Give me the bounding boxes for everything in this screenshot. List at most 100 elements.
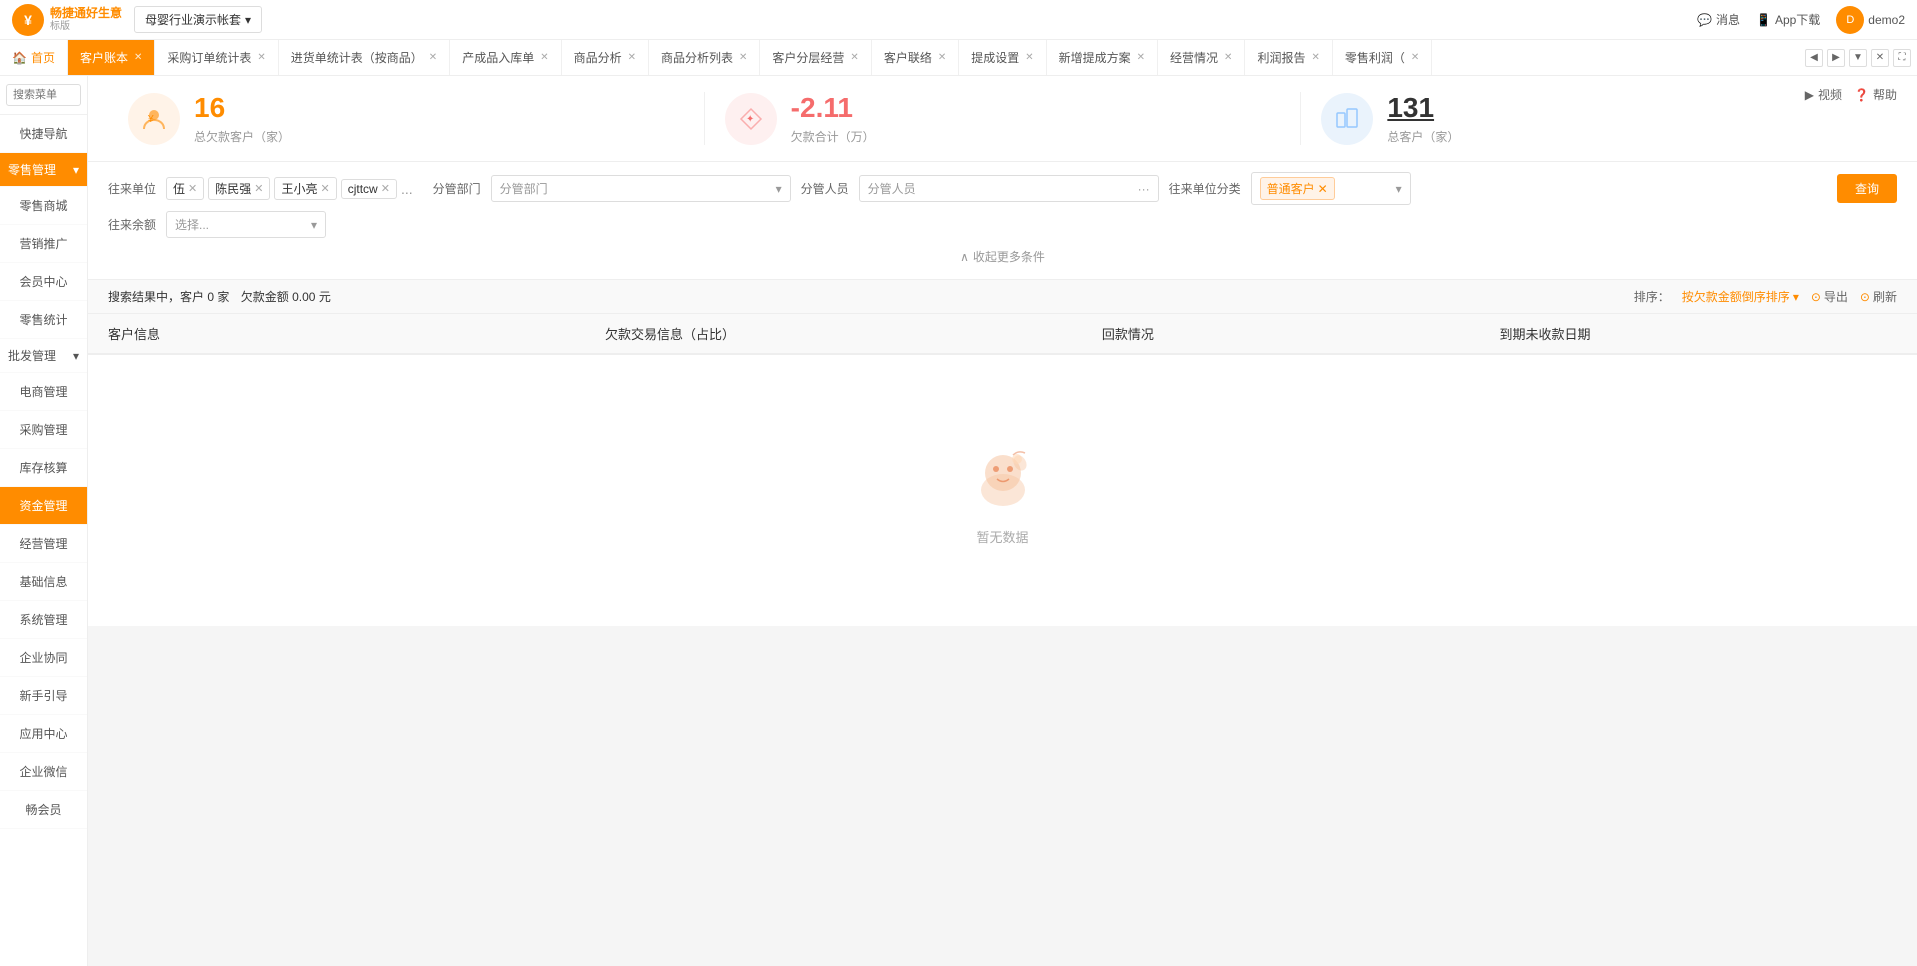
tab-retail-profit[interactable]: 零售利润（ ✕: [1333, 40, 1432, 76]
tab-promotion-settings-close[interactable]: ✕: [1025, 52, 1033, 63]
content-area: ▶ 视频 ❓ 帮助 ¥ 16 总欠款客户（: [88, 76, 1917, 966]
filter-tag-wu[interactable]: 伍 ✕: [166, 177, 204, 200]
sidebar-item-purchase-label: 采购管理: [19, 423, 67, 437]
results-debt-amount: 0.00: [292, 290, 315, 304]
tab-profit-report-close[interactable]: ✕: [1311, 52, 1319, 63]
stat-info-total: 131 总客户（家）: [1387, 92, 1459, 145]
sidebar-item-enterprise-collab[interactable]: 企业协同: [0, 639, 87, 677]
filter-tag-cjttcw-close[interactable]: ✕: [381, 182, 390, 195]
collapse-button[interactable]: ∧ 收起更多条件: [956, 244, 1049, 269]
tab-home[interactable]: 🏠 首页: [0, 40, 68, 76]
stat-icon-debt: ✦: [725, 93, 777, 145]
sort-select[interactable]: 按欠款金额倒序排序 ▾: [1682, 288, 1799, 305]
customer-type-close[interactable]: ✕: [1318, 182, 1328, 196]
nav-expand-btn[interactable]: ▼: [1849, 49, 1867, 67]
sidebar-item-operations-label: 经营管理: [19, 537, 67, 551]
tab-customer-contact-label: 客户联络: [884, 49, 932, 66]
tab-inventory-stats[interactable]: 进货单统计表（按商品） ✕: [279, 40, 450, 76]
sidebar-item-purchase[interactable]: 采购管理: [0, 411, 87, 449]
nav-prev-btn[interactable]: ◀: [1805, 49, 1823, 67]
sidebar-item-quick-nav[interactable]: 快捷导航: [0, 115, 87, 153]
filter-manager-select[interactable]: 分管人员 ···: [859, 175, 1159, 202]
sidebar-item-retail-mgmt-label: 零售管理: [8, 161, 56, 178]
sidebar-item-app-center[interactable]: 应用中心: [0, 715, 87, 753]
tab-customer-layer[interactable]: 客户分层经营 ✕: [760, 40, 871, 76]
sidebar-item-basic-info[interactable]: 基础信息: [0, 563, 87, 601]
tab-production-close[interactable]: ✕: [540, 52, 548, 63]
results-prefix: 搜索结果中，客户: [108, 290, 204, 304]
sidebar-item-ecommerce[interactable]: 电商管理: [0, 373, 87, 411]
user-area[interactable]: D demo2: [1836, 6, 1905, 34]
expand-icon-batch: ▾: [73, 349, 79, 363]
tab-accounts-close[interactable]: ✕: [134, 52, 142, 63]
video-btn[interactable]: ▶ 视频: [1805, 86, 1842, 103]
filter-unit-type-select[interactable]: 普通客户 ✕ ▾: [1251, 172, 1411, 205]
tab-inventory-stats-label: 进货单统计表（按商品）: [291, 49, 423, 66]
tab-purchase-order-label: 采购订单统计表: [167, 49, 251, 66]
tab-customer-layer-close[interactable]: ✕: [850, 52, 858, 63]
tab-new-plan[interactable]: 新增提成方案 ✕: [1047, 40, 1158, 76]
tab-promotion-settings[interactable]: 提成设置 ✕: [959, 40, 1046, 76]
sidebar-item-marketing[interactable]: 营销推广: [0, 225, 87, 263]
nav-close-all-btn[interactable]: ✕: [1871, 49, 1889, 67]
stat-debt-amount: ✦ -2.11 欠款合计（万）: [705, 92, 1302, 145]
sidebar-item-system-mgmt[interactable]: 系统管理: [0, 601, 87, 639]
nav-fullscreen-btn[interactable]: ⛶: [1893, 49, 1911, 67]
filter-tag-chen-close[interactable]: ✕: [254, 182, 263, 195]
stat-value-debt-amount: -2.11: [791, 92, 875, 124]
tab-retail-profit-close[interactable]: ✕: [1411, 52, 1419, 63]
sidebar-item-enterprise-wechat[interactable]: 企业微信: [0, 753, 87, 791]
tab-product-analysis-close[interactable]: ✕: [628, 52, 636, 63]
sidebar-item-members[interactable]: 会员中心: [0, 263, 87, 301]
tab-purchase-order-close[interactable]: ✕: [257, 52, 265, 63]
tab-operations[interactable]: 经营情况 ✕: [1158, 40, 1245, 76]
refresh-btn[interactable]: ⊙ 刷新: [1860, 288, 1897, 305]
sidebar-item-retail-stats[interactable]: 零售统计: [0, 301, 87, 339]
stat-label-total-customers: 总客户（家）: [1387, 128, 1459, 145]
store-selector[interactable]: 母婴行业演示帐套 ▾: [134, 6, 262, 33]
filter-tag-wu-close[interactable]: ✕: [188, 182, 197, 195]
filter-tag-wang[interactable]: 王小亮 ✕: [274, 177, 336, 200]
message-btn[interactable]: 💬 消息: [1697, 11, 1740, 28]
tab-operations-close[interactable]: ✕: [1224, 52, 1232, 63]
sidebar-item-retail-mall[interactable]: 零售商城: [0, 187, 87, 225]
tab-customer-contact[interactable]: 客户联络 ✕: [872, 40, 959, 76]
filter-more-btn[interactable]: ...: [401, 181, 413, 197]
query-button[interactable]: 查询: [1837, 174, 1897, 203]
filter-tag-cjttcw[interactable]: cjttcw ✕: [341, 179, 397, 199]
sidebar-item-batch-mgmt[interactable]: 批发管理 ▾: [0, 339, 87, 373]
tab-product-analysis[interactable]: 商品分析 ✕: [562, 40, 649, 76]
sidebar-item-operations-mgmt[interactable]: 经营管理: [0, 525, 87, 563]
help-btn[interactable]: ❓ 帮助: [1854, 86, 1897, 103]
sidebar-item-retail-mgmt[interactable]: 零售管理 ▾: [0, 153, 87, 187]
filter-manager-label: 分管人员: [801, 180, 849, 197]
tab-profit-report[interactable]: 利润报告 ✕: [1245, 40, 1332, 76]
sidebar-item-retail-stats-label: 零售统计: [19, 313, 67, 327]
nav-next-btn[interactable]: ▶: [1827, 49, 1845, 67]
sidebar-item-new-guide[interactable]: 新手引导: [0, 677, 87, 715]
tab-new-plan-close[interactable]: ✕: [1137, 52, 1145, 63]
filter-tag-chen[interactable]: 陈民强 ✕: [208, 177, 270, 200]
tab-product-analysis-list[interactable]: 商品分析列表 ✕: [649, 40, 760, 76]
tab-production[interactable]: 产成品入库单 ✕: [450, 40, 561, 76]
tab-inventory-stats-close[interactable]: ✕: [429, 52, 437, 63]
sidebar-item-inventory[interactable]: 库存核算: [0, 449, 87, 487]
export-btn[interactable]: ⊙ 导出: [1811, 288, 1848, 305]
store-name: 母婴行业演示帐套: [145, 11, 241, 28]
filter-tag-wang-close[interactable]: ✕: [321, 182, 330, 195]
sidebar-search-input[interactable]: [6, 84, 81, 106]
filter-balance-select[interactable]: 选择... ▾: [166, 211, 326, 238]
app-download-btn[interactable]: 📱 App下载: [1756, 11, 1820, 28]
filter-dept-select[interactable]: 分管部门 ▾: [491, 175, 791, 202]
tab-purchase-order[interactable]: 采购订单统计表 ✕: [155, 40, 278, 76]
tab-customer-contact-close[interactable]: ✕: [938, 52, 946, 63]
sidebar-item-finance[interactable]: 资金管理: [0, 487, 87, 525]
stat-label-total-debt-customers: 总欠款客户（家）: [194, 128, 290, 145]
sidebar-item-pro-member[interactable]: 畅会员: [0, 791, 87, 829]
tab-accounts-label: 客户账本: [80, 49, 128, 66]
results-info: 搜索结果中，客户 0 家 欠款金额 0.00 元: [108, 288, 331, 305]
tab-product-analysis-list-close[interactable]: ✕: [739, 52, 747, 63]
stat-debt-customers: ¥ 16 总欠款客户（家）: [108, 92, 705, 145]
results-debt-prefix: 欠款金额: [241, 290, 289, 304]
tab-accounts[interactable]: 客户账本 ✕: [68, 40, 155, 76]
